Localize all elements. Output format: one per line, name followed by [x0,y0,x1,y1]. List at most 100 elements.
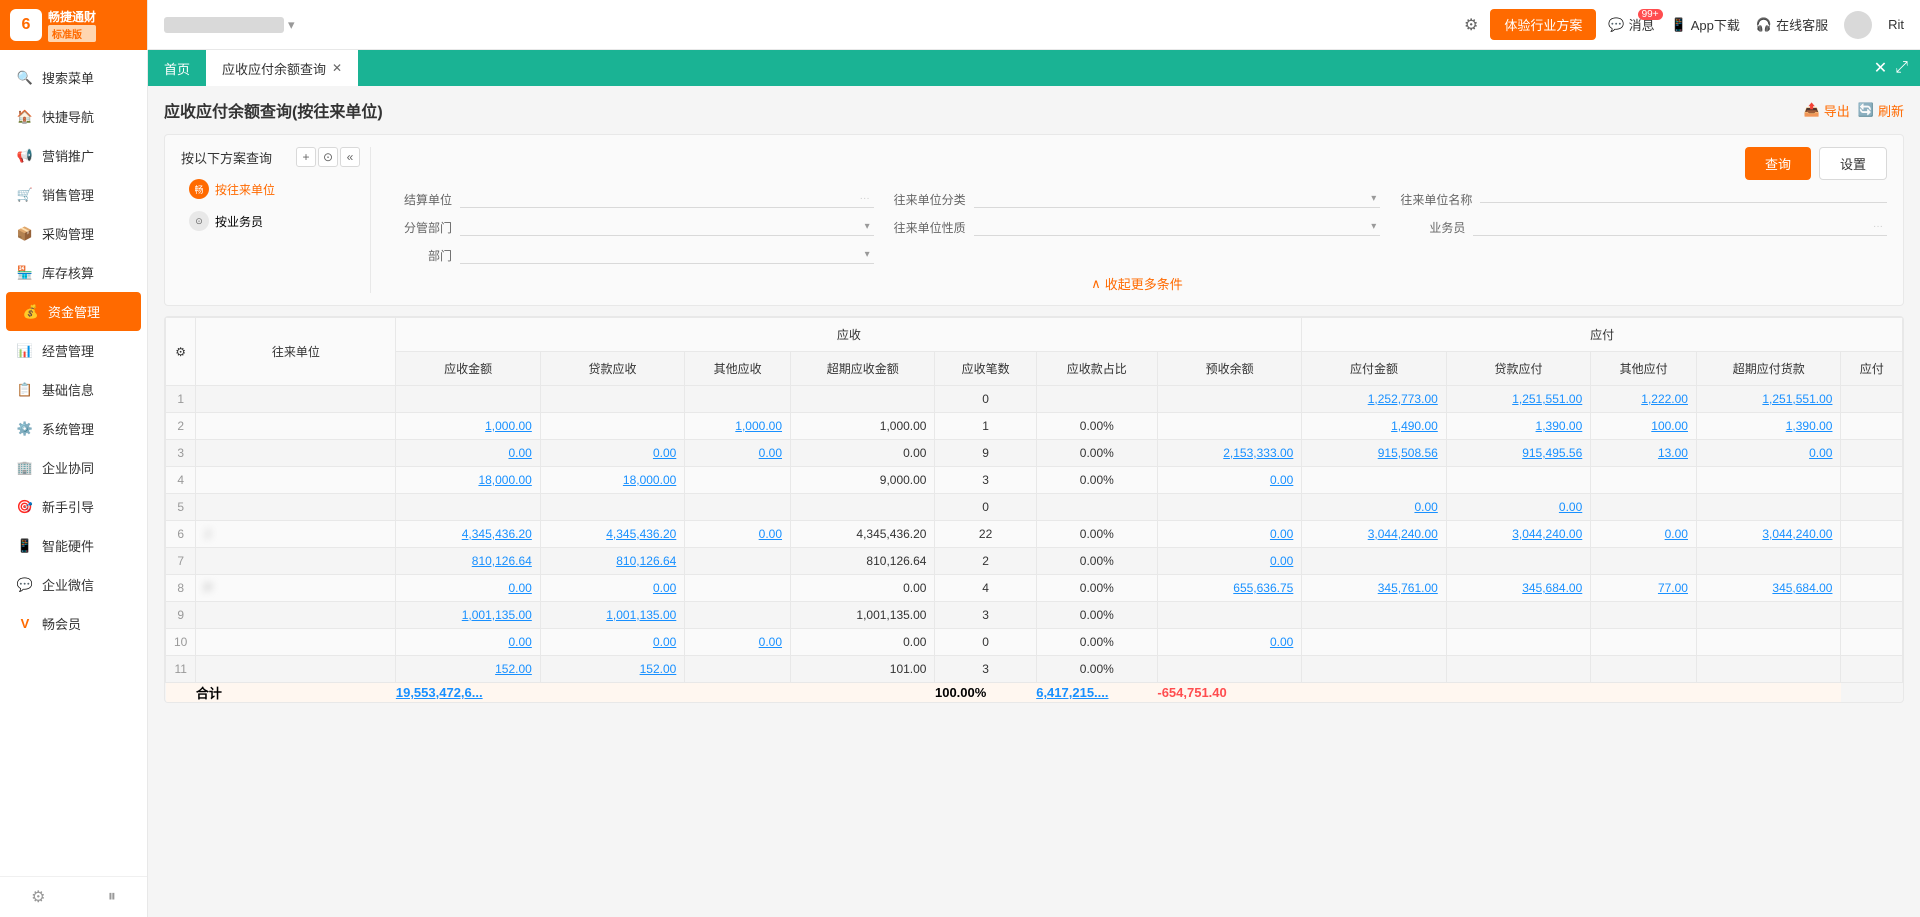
user-avatar [1844,11,1872,39]
sidebar-item-purchase[interactable]: 📦 采购管理 [0,214,147,253]
col-prepay-balance: 预收余额 [1157,352,1301,386]
finance-icon: 💰 [22,303,40,321]
table-row: 11152.00152.00101.0030.00% [166,656,1903,683]
solution-btn[interactable]: 体验行业方案 [1490,9,1596,40]
sidebar-collapse-btn[interactable]: ⏸ [108,888,116,906]
sidebar-item-label: 新手引导 [42,497,94,516]
sidebar-item-basic-info[interactable]: 📋 基础信息 [0,370,147,409]
col-loan-receivable: 贷款应收 [540,352,684,386]
tab-home[interactable]: 首页 [148,50,206,86]
sidebar-item-system[interactable]: ⚙️ 系统管理 [0,409,147,448]
sidebar-item-label: 基础信息 [42,380,94,399]
guide-icon: 🎯 [16,498,34,516]
tabbar-actions: ✕ ⤢ [1874,58,1920,78]
table-row: 101,252,773.001,251,551.001,222.001,251,… [166,386,1903,413]
sidebar-footer: ⚙ ⏸ [0,876,147,917]
tabbar: 首页 应收应付余额查询 ✕ ✕ ⤢ [148,50,1920,86]
sidebar-item-enterprise[interactable]: 🏢 企业协同 [0,448,147,487]
topbar: ▾ ⚙ 体验行业方案 💬 消息 99+ 📱 App下载 🎧 在线客服 Rit [148,0,1920,50]
sidebar-item-finance[interactable]: 💰 资金管理 [6,292,141,331]
footer-payable-total: -654,751.40 [1157,683,1301,703]
col-payable-extra: 应付 [1841,352,1903,386]
sidebar-item-quick-nav[interactable]: 🏠 快捷导航 [0,97,147,136]
edit-scheme-btn[interactable]: ⊙ [318,147,338,167]
sales-icon: 🛒 [16,186,34,204]
partner-category-chevron-icon: ▾ [1371,193,1376,204]
col-loan-payable: 贷款应付 [1446,352,1590,386]
sidebar-settings-btn[interactable]: ⚙ [31,887,45,907]
enterprise-icon: 🏢 [16,459,34,477]
salesman-input[interactable]: ··· [1473,218,1887,236]
partner-category-select[interactable]: ▾ [974,190,1381,208]
search-menu-icon: 🔍 [16,69,34,87]
managing-dept-select[interactable]: ▾ [460,218,874,236]
sidebar-item-marketing[interactable]: 📢 营销推广 [0,136,147,175]
sidebar-item-label: 系统管理 [42,419,94,438]
filter-partner-nature: 往来单位性质 ▾ [894,218,1381,236]
sidebar-item-wechat[interactable]: 💬 企业微信 [0,565,147,604]
page-content: 应收应付余额查询(按往来单位) 📤 导出 🔄 刷新 [148,86,1920,917]
partner-nature-select[interactable]: ▾ [974,218,1381,236]
sidebar-item-sales[interactable]: 🛒 销售管理 [0,175,147,214]
scheme-icon-salesman: ⊙ [189,211,209,231]
refresh-btn[interactable]: 🔄 刷新 [1858,101,1904,120]
managing-dept-chevron-icon: ▾ [865,221,870,232]
export-btn[interactable]: 📤 导出 [1804,101,1850,120]
tab-close-window-btn[interactable]: ✕ [1874,58,1887,78]
sidebar-item-label: 智能硬件 [42,536,94,555]
sidebar-item-operation[interactable]: 📊 经营管理 [0,331,147,370]
sidebar-item-label: 资金管理 [48,302,100,321]
username-label: Rit [1888,17,1904,32]
tab-expand-btn[interactable]: ⤢ [1895,59,1908,77]
data-table-wrapper: ⚙ 往来单位 应收 应付 应收金额 贷款应收 其他应收 超期应收金额 应收笔数 … [164,316,1904,703]
filter-salesman: 业务员 ··· [1400,218,1887,236]
collapse-more-btn[interactable]: ∧ 收起更多条件 [1091,274,1183,293]
vip-icon: V [16,615,34,633]
tab-balance-query[interactable]: 应收应付余额查询 ✕ [206,50,358,86]
sidebar-item-inventory[interactable]: 🏪 库存核算 [0,253,147,292]
table-footer-row: 合计 19,553,472,6... 100.00% 6,417,215....… [166,683,1903,703]
sidebar-item-label: 营销推广 [42,146,94,165]
hardware-icon: 📱 [16,537,34,555]
collapse-scheme-btn[interactable]: « [340,147,360,167]
topbar-right: 💬 消息 99+ 📱 App下载 🎧 在线客服 Rit [1608,11,1904,39]
sidebar-item-search-menu[interactable]: 🔍 搜索菜单 [0,58,147,97]
col-receivable-ratio: 应收款占比 [1036,352,1157,386]
table-row: 21,000.001,000.001,000.0010.00%1,490.001… [166,413,1903,440]
page-title: 应收应付余额查询(按往来单位) [164,98,383,122]
table-row: 418,000.0018,000.009,000.0030.00%0.00 [166,467,1903,494]
add-scheme-btn[interactable]: + [296,147,316,167]
topbar-service-btn[interactable]: 🎧 在线客服 [1756,15,1828,34]
collapse-icon: ∧ [1091,276,1101,292]
sidebar-item-label: 企业微信 [42,575,94,594]
col-group-payable: 应付 [1302,318,1903,352]
table-settings-col[interactable]: ⚙ [166,318,196,386]
sidebar-item-guide[interactable]: 🎯 新手引导 [0,487,147,526]
topbar-settings-icon[interactable]: ⚙ [1464,15,1478,35]
filter-managing-dept: 分管部门 ▾ [387,218,874,236]
col-other-receivable: 其他应收 [685,352,791,386]
main-area: ▾ ⚙ 体验行业方案 💬 消息 99+ 📱 App下载 🎧 在线客服 Rit 首… [148,0,1920,917]
table-row: 7810,126.64810,126.64810,126.6420.00%0.0… [166,548,1903,575]
partner-nature-chevron-icon: ▾ [1371,221,1376,232]
setting-btn[interactable]: 设置 [1819,147,1887,180]
filter-partner-category: 往来单位分类 ▾ [894,190,1381,208]
table-row: 100.000.000.000.0000.00%0.00 [166,629,1903,656]
col-payable-amt: 应付金额 [1302,352,1446,386]
scheme-item-by-salesman[interactable]: ⊙ 按业务员 [181,207,360,235]
scheme-item-by-partner[interactable]: 畅 按往来单位 [181,175,360,203]
sidebar-item-label: 畅会员 [42,614,81,633]
topbar-download-btn[interactable]: 📱 App下载 [1671,15,1740,34]
topbar-message-btn[interactable]: 💬 消息 99+ [1608,15,1654,34]
footer-prepay-total: 6,417,215.... [1036,683,1157,703]
query-btn[interactable]: 查询 [1745,147,1811,180]
sidebar-item-vip[interactable]: V 畅会员 [0,604,147,643]
sidebar-item-hardware[interactable]: 📱 智能硬件 [0,526,147,565]
dept-select[interactable]: ▾ [460,246,874,264]
tab-close-icon[interactable]: ✕ [332,61,342,75]
partner-name-input[interactable] [1480,196,1887,203]
settlement-unit-input[interactable]: ··· [460,190,874,208]
quick-nav-icon: 🏠 [16,108,34,126]
marketing-icon: 📢 [16,147,34,165]
data-table: ⚙ 往来单位 应收 应付 应收金额 贷款应收 其他应收 超期应收金额 应收笔数 … [165,317,1903,702]
